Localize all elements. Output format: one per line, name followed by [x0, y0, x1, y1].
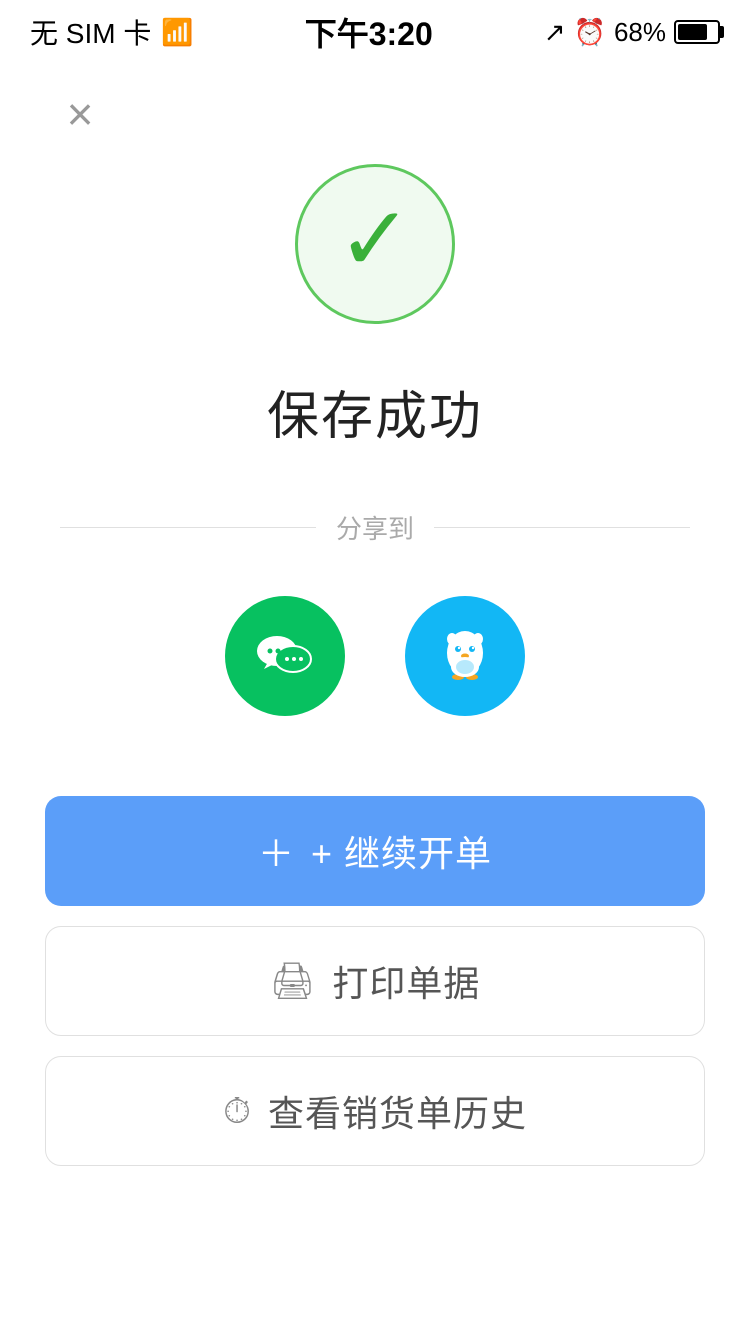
divider-left: [60, 527, 316, 528]
print-label: 打印单据: [332, 955, 480, 1007]
status-left: 无 SIM 卡 📶: [30, 12, 194, 52]
share-label: 分享到: [316, 509, 434, 546]
success-title: 保存成功: [267, 374, 483, 449]
divider-right: [434, 527, 690, 528]
history-icon: ⏱: [223, 1090, 252, 1133]
alarm-icon: ⏰: [574, 17, 606, 48]
continue-button[interactable]: ＋ + 继续开单: [45, 796, 705, 906]
battery-icon: [674, 20, 720, 44]
time-display: 下午3:20: [305, 9, 433, 55]
qq-icon: [430, 621, 500, 691]
status-bar: 无 SIM 卡 📶 下午3:20 ↗ ⏰ 68%: [0, 0, 750, 64]
main-content: ✓ 保存成功 分享到: [0, 64, 750, 1166]
history-label: 查看销货单历史: [268, 1085, 527, 1137]
share-divider: 分享到: [0, 509, 750, 546]
qq-share-button[interactable]: [405, 596, 525, 716]
close-button[interactable]: ×: [50, 84, 110, 144]
actions-container: ＋ + 继续开单 🖨 打印单据 ⏱ 查看销货单历史: [45, 796, 705, 1166]
success-circle: ✓: [295, 164, 455, 324]
continue-label: + 继续开单: [311, 825, 492, 877]
battery-percentage: 68%: [614, 17, 666, 48]
print-icon: 🖨: [270, 960, 317, 1002]
wifi-icon: 📶: [161, 17, 193, 48]
status-right: ↗ ⏰ 68%: [544, 17, 720, 48]
checkmark-icon: ✓: [337, 195, 412, 285]
wechat-share-button[interactable]: [225, 596, 345, 716]
plus-icon: ＋: [258, 825, 295, 877]
history-button[interactable]: ⏱ 查看销货单历史: [45, 1056, 705, 1166]
close-icon: ×: [67, 91, 94, 137]
location-icon: ↗: [544, 17, 566, 48]
share-icons-row: [225, 596, 525, 716]
wechat-icon: [250, 621, 320, 691]
print-button[interactable]: 🖨 打印单据: [45, 926, 705, 1036]
carrier-text: 无 SIM 卡: [30, 12, 151, 52]
